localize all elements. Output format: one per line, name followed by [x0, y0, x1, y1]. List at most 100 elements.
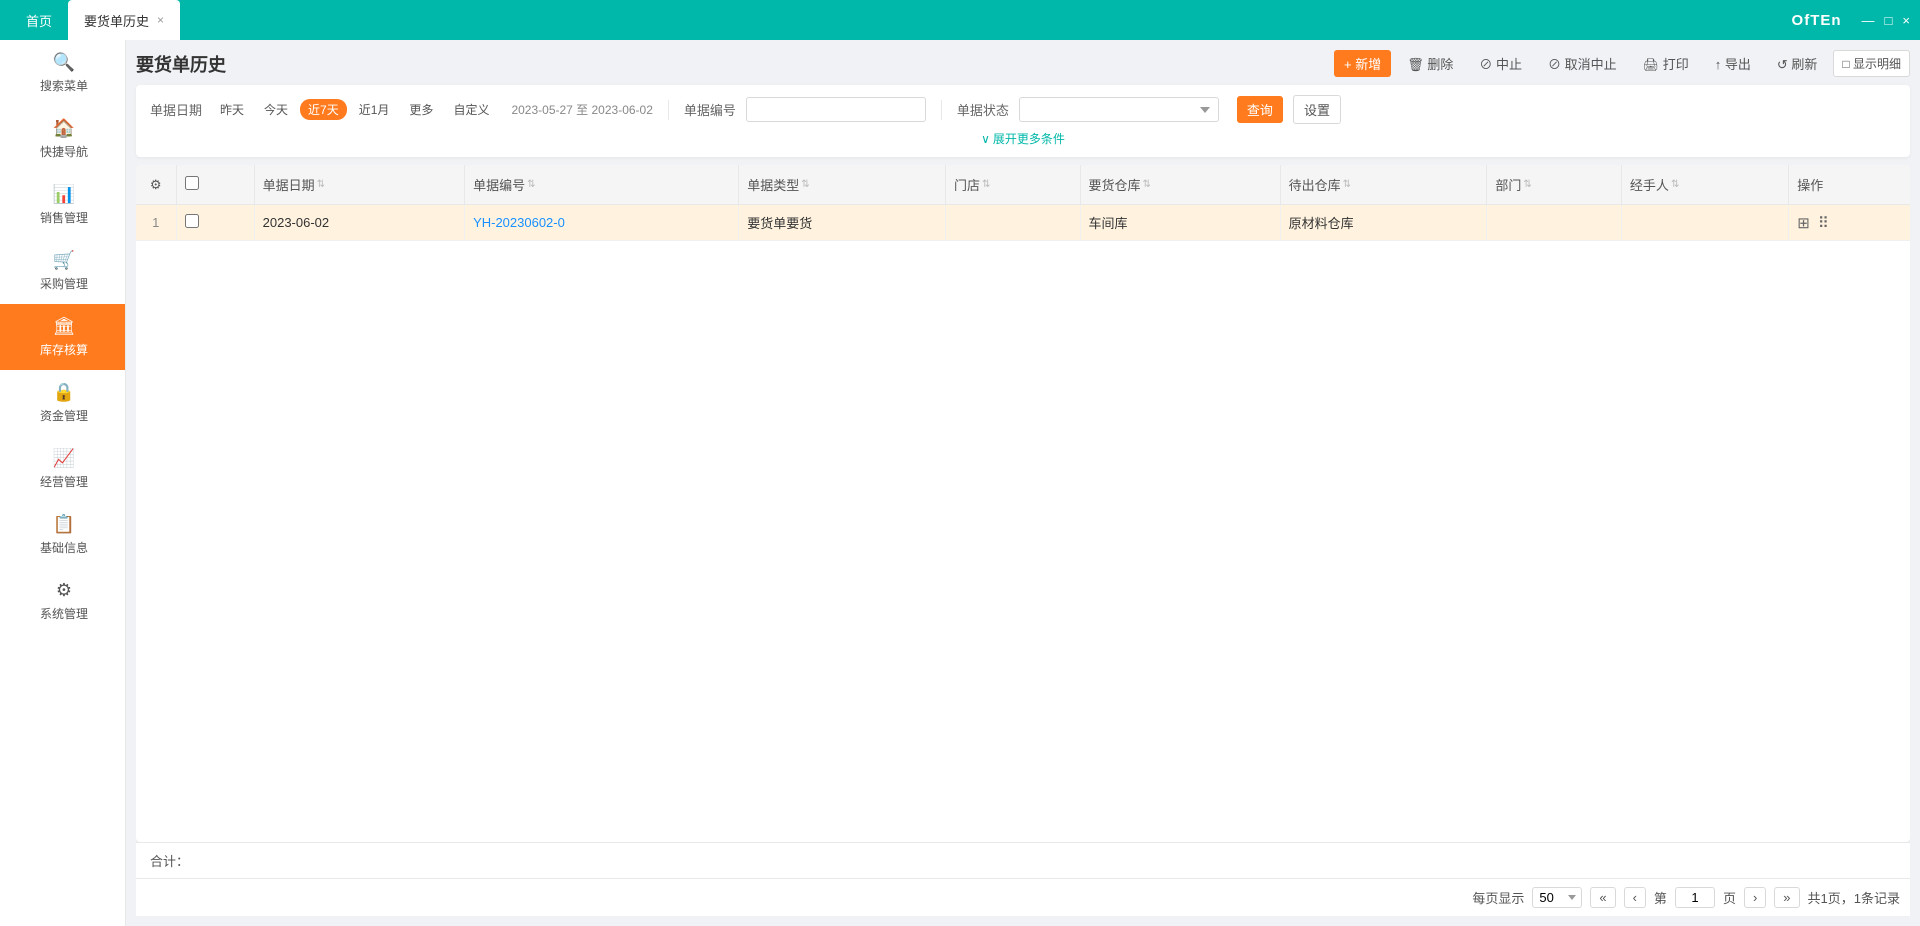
sidebar-item-basic-info[interactable]: 📋 基础信息 [0, 502, 125, 568]
pagination-bar: 每页显示 50 20 100 « ‹ 第 页 › » 共1页，1条记录 [136, 878, 1910, 916]
store-sort-icon: ⇅ [982, 179, 990, 190]
row-checkbox[interactable] [185, 214, 199, 228]
date-options: 昨天 今天 近7天 近1月 更多 自定义 [212, 99, 497, 120]
display-detail-button[interactable]: □ 显示明细 [1833, 50, 1910, 77]
next-page-btn[interactable]: › [1744, 887, 1766, 908]
th-action: 操作 [1789, 165, 1910, 205]
system-icon: ⚙ [56, 580, 72, 601]
filter-row-1: 单据日期 昨天 今天 近7天 近1月 更多 自定义 2023-05-27 至 2… [150, 95, 1896, 124]
sidebar-item-sales[interactable]: 📊 销售管理 [0, 172, 125, 238]
th-type[interactable]: 单据类型 ⇅ [739, 165, 946, 205]
date-option-yesterday[interactable]: 昨天 [212, 99, 252, 120]
filter-bar: 单据日期 昨天 今天 近7天 近1月 更多 自定义 2023-05-27 至 2… [136, 85, 1910, 157]
date-option-1month[interactable]: 近1月 [351, 99, 398, 120]
td-pending-warehouse: 原材料仓库 [1280, 205, 1487, 241]
main-layout: 🔍 搜索菜单 🏠 快捷导航 📊 销售管理 🛒 采购管理 🏛 库存核算 🔒 资金管… [0, 40, 1920, 926]
stop-button[interactable]: ⊘ 中止 [1469, 50, 1532, 77]
th-handler[interactable]: 经手人 ⇅ [1621, 165, 1788, 205]
sidebar-item-finance[interactable]: 🔒 资金管理 [0, 370, 125, 436]
table-container: ⚙ 单据日期 ⇅ [136, 165, 1910, 842]
tab-requisition-label: 要货单历史 [84, 11, 149, 30]
inventory-icon: 🏛 [53, 316, 76, 337]
td-dept [1487, 205, 1622, 241]
prev-page-btn[interactable]: ‹ [1624, 887, 1646, 908]
sidebar-item-label-purchase: 采购管理 [40, 275, 88, 292]
more-icon[interactable]: ⠿ [1818, 214, 1829, 232]
window-maximize-btn[interactable]: □ [1885, 13, 1893, 28]
sidebar-item-operation[interactable]: 📈 经营管理 [0, 436, 125, 502]
page-header: 要货单历史 + 新增 🗑 删除 ⊘ 中止 ⊘ 取消中止 🖨 打印 ↑ 导出 ↺ … [136, 50, 1910, 77]
date-option-custom[interactable]: 自定义 [445, 99, 497, 120]
expand-filter[interactable]: ∨ 展开更多条件 [150, 130, 1896, 147]
print-button[interactable]: 🖨 打印 [1633, 50, 1699, 77]
toolbar: + 新增 🗑 删除 ⊘ 中止 ⊘ 取消中止 🖨 打印 ↑ 导出 ↺ 刷新 □ 显… [1334, 50, 1910, 77]
last-page-btn[interactable]: » [1774, 887, 1799, 908]
td-checkbox [176, 205, 254, 241]
sidebar-item-system[interactable]: ⚙ 系统管理 [0, 568, 125, 634]
no-sort-icon: ⇅ [527, 179, 535, 190]
tab-requisition-history[interactable]: 要货单历史 × [68, 0, 180, 40]
sidebar-item-label-basic-info: 基础信息 [40, 539, 88, 556]
per-page-select[interactable]: 50 20 100 [1532, 887, 1582, 908]
table-header-row: ⚙ 单据日期 ⇅ [136, 165, 1910, 205]
quick-nav-icon: 🏠 [53, 118, 75, 139]
td-req-warehouse: 车间库 [1080, 205, 1280, 241]
sidebar-item-quick-nav[interactable]: 🏠 快捷导航 [0, 106, 125, 172]
th-pending-warehouse[interactable]: 待出仓库 ⇅ [1280, 165, 1487, 205]
select-all-checkbox[interactable] [185, 176, 199, 190]
settings-button[interactable]: 设置 [1293, 95, 1341, 124]
delete-button[interactable]: 🗑 删除 [1397, 50, 1463, 77]
date-option-more[interactable]: 更多 [401, 99, 441, 120]
new-button[interactable]: + 新增 [1334, 50, 1391, 77]
tab-close-icon[interactable]: × [157, 13, 164, 27]
sidebar-item-label-sales: 销售管理 [40, 209, 88, 226]
date-option-today[interactable]: 今天 [256, 99, 296, 120]
td-store [945, 205, 1080, 241]
per-page-label: 每页显示 [1472, 888, 1524, 907]
th-store[interactable]: 门店 ⇅ [945, 165, 1080, 205]
content-area: 要货单历史 + 新增 🗑 删除 ⊘ 中止 ⊘ 取消中止 🖨 打印 ↑ 导出 ↺ … [126, 40, 1920, 926]
edit-icon[interactable]: ⊞ [1797, 214, 1810, 232]
sidebar-item-label-operation: 经营管理 [40, 473, 88, 490]
date-option-7days[interactable]: 近7天 [300, 99, 347, 120]
export-button[interactable]: ↑ 导出 [1705, 50, 1761, 77]
window-minimize-btn[interactable]: — [1862, 13, 1875, 28]
th-req-warehouse[interactable]: 要货仓库 ⇅ [1080, 165, 1280, 205]
sidebar-item-purchase[interactable]: 🛒 采购管理 [0, 238, 125, 304]
summary-label: 合计： [150, 851, 189, 870]
data-table: ⚙ 单据日期 ⇅ [136, 165, 1910, 241]
total-label: 共1页，1条记录 [1808, 888, 1900, 907]
filter-divider-1 [668, 100, 669, 120]
window-close-btn[interactable]: × [1902, 13, 1910, 28]
sidebar-item-label-system: 系统管理 [40, 605, 88, 622]
tab-home-label: 首页 [26, 11, 52, 30]
refresh-button[interactable]: ↺ 刷新 [1767, 50, 1828, 77]
query-button[interactable]: 查询 [1237, 96, 1283, 123]
sidebar-item-label-inventory: 库存核算 [40, 341, 88, 358]
th-dept[interactable]: 部门 ⇅ [1487, 165, 1622, 205]
cancel-stop-button[interactable]: ⊘ 取消中止 [1538, 50, 1627, 77]
sidebar-item-search[interactable]: 🔍 搜索菜单 [0, 40, 125, 106]
top-bar: 首页 要货单历史 × OfTEn — □ × [0, 0, 1920, 40]
status-select[interactable] [1019, 97, 1219, 122]
order-no-input[interactable] [746, 97, 926, 122]
purchase-icon: 🛒 [53, 250, 75, 271]
tab-home[interactable]: 首页 [10, 0, 68, 40]
order-no-link[interactable]: YH-20230602-0 [473, 215, 565, 230]
td-no[interactable]: YH-20230602-0 [465, 205, 739, 241]
page-label: 第 [1654, 888, 1667, 907]
th-date[interactable]: 单据日期 ⇅ [254, 165, 464, 205]
table-row: 1 2023-06-02 YH-20230602-0 要货单要货 车间库 [136, 205, 1910, 241]
page-input[interactable] [1675, 887, 1715, 908]
expand-icon: ∨ [981, 132, 990, 146]
date-filter-label: 单据日期 [150, 100, 202, 119]
status-label: 单据状态 [957, 100, 1009, 119]
sidebar-item-inventory[interactable]: 🏛 库存核算 [0, 304, 125, 370]
type-sort-icon: ⇅ [801, 179, 809, 190]
first-page-btn[interactable]: « [1590, 887, 1615, 908]
handler-sort-icon: ⇅ [1671, 179, 1679, 190]
th-settings[interactable]: ⚙ [136, 165, 176, 205]
sidebar-item-label-finance: 资金管理 [40, 407, 88, 424]
date-range-text: 2023-05-27 至 2023-06-02 [511, 101, 652, 118]
th-no[interactable]: 单据编号 ⇅ [465, 165, 739, 205]
